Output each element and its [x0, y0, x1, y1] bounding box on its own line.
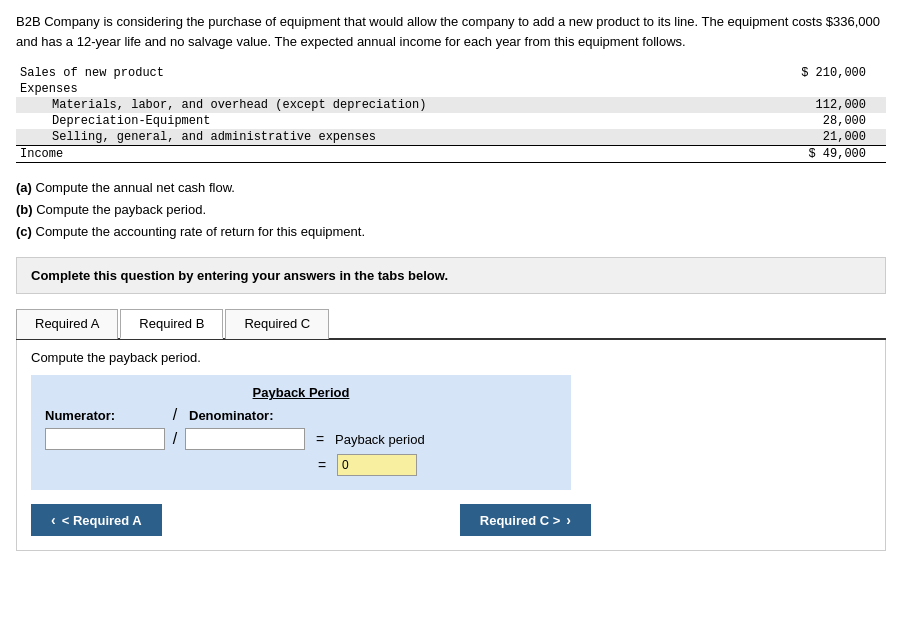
intro-text: B2B Company is considering the purchase …: [16, 12, 886, 51]
tasks-section: (a) Compute the annual net cash flow. (b…: [16, 177, 886, 243]
financial-label: Materials, labor, and overhead (except d…: [16, 97, 538, 113]
financial-value: 112,000: [538, 97, 886, 113]
next-button[interactable]: Required C > ›: [460, 504, 591, 536]
tab-required-a[interactable]: Required A: [16, 309, 118, 339]
complete-box: Complete this question by entering your …: [16, 257, 886, 294]
tabs-row: Required A Required B Required C: [16, 308, 886, 340]
payback-container: Payback Period Numerator: / Denominator:…: [31, 375, 571, 490]
payback-result-box[interactable]: 0: [337, 454, 417, 476]
financial-label: Selling, general, and administrative exp…: [16, 129, 538, 146]
financial-row: Depreciation-Equipment28,000: [16, 113, 886, 129]
numerator-input[interactable]: [45, 428, 165, 450]
financial-value: 28,000: [538, 113, 886, 129]
arrow-right-icon: ›: [566, 512, 571, 528]
task-a: (a) Compute the annual net cash flow.: [16, 177, 886, 199]
denominator-input[interactable]: [185, 428, 305, 450]
slash-input: /: [165, 430, 185, 448]
slash-header: /: [165, 406, 185, 424]
tab-required-b[interactable]: Required B: [120, 309, 223, 339]
payback-title: Payback Period: [45, 385, 557, 400]
equals-sign-2: =: [307, 457, 337, 473]
financial-row: Materials, labor, and overhead (except d…: [16, 97, 886, 113]
financial-row: Income$ 49,000: [16, 146, 886, 163]
financial-row: Expenses: [16, 81, 886, 97]
equals-sign-1: =: [305, 431, 335, 447]
next-button-label: Required C >: [480, 513, 561, 528]
financial-label: Expenses: [16, 81, 538, 97]
compute-label: Compute the payback period.: [31, 350, 871, 365]
payback-header-row: Numerator: / Denominator:: [45, 406, 557, 424]
task-c: (c) Compute the accounting rate of retur…: [16, 221, 886, 243]
nav-buttons: ‹ < Required A Required C > ›: [31, 504, 591, 536]
task-b: (b) Compute the payback period.: [16, 199, 886, 221]
payback-input-row: / = Payback period: [45, 428, 557, 450]
financial-label: Sales of new product: [16, 65, 538, 81]
tab-content: Compute the payback period. Payback Peri…: [16, 340, 886, 551]
financial-value: $ 49,000: [538, 146, 886, 163]
payback-result-row: = 0: [45, 454, 557, 476]
financial-row: Sales of new product$ 210,000: [16, 65, 886, 81]
payback-result-value: 0: [342, 458, 349, 472]
financial-label: Depreciation-Equipment: [16, 113, 538, 129]
numerator-label: Numerator:: [45, 408, 165, 423]
arrow-left-icon: ‹: [51, 512, 56, 528]
financial-row: Selling, general, and administrative exp…: [16, 129, 886, 146]
financial-label: Income: [16, 146, 538, 163]
financial-value: 21,000: [538, 129, 886, 146]
denominator-label: Denominator:: [185, 408, 274, 423]
financial-table: Sales of new product$ 210,000ExpensesMat…: [16, 65, 886, 163]
prev-button[interactable]: ‹ < Required A: [31, 504, 162, 536]
payback-period-label: Payback period: [335, 432, 425, 447]
financial-value: $ 210,000: [538, 65, 886, 81]
tab-required-c[interactable]: Required C: [225, 309, 329, 339]
financial-value: [538, 81, 886, 97]
prev-button-label: < Required A: [62, 513, 142, 528]
